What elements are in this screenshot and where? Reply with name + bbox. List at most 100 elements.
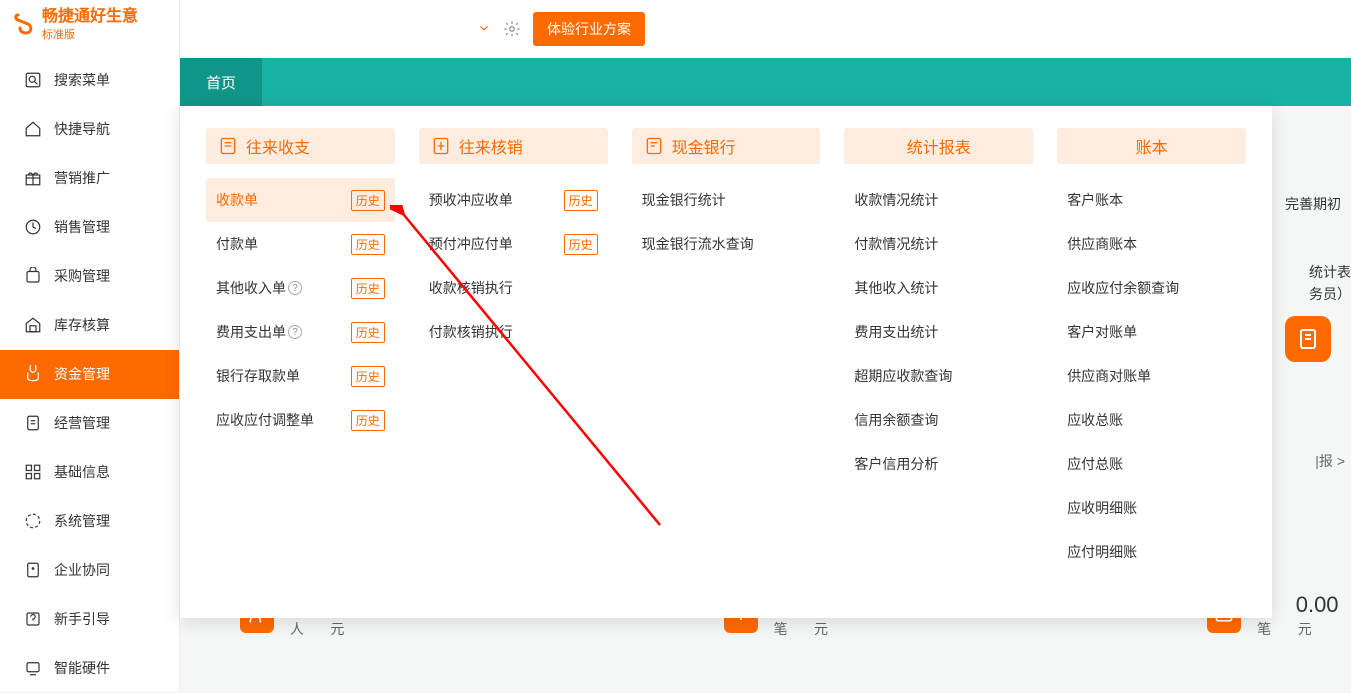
mega-item-supplier-statement[interactable]: 供应商对账单 bbox=[1057, 354, 1246, 398]
guide-icon bbox=[24, 610, 42, 628]
history-tag[interactable]: 历史 bbox=[351, 366, 385, 387]
sidebar-item-label: 新手引导 bbox=[54, 609, 110, 629]
logo-block: 畅捷通好生意 标准版 bbox=[0, 0, 179, 50]
sidebar-item-guide[interactable]: 新手引导 bbox=[0, 595, 179, 644]
mega-item-supplier-ledger[interactable]: 供应商账本 bbox=[1057, 222, 1246, 266]
sidebar-item-label: 采购管理 bbox=[54, 266, 110, 286]
sidebar-item-marketing[interactable]: 营销推广 bbox=[0, 154, 179, 203]
brand-edition: 标准版 bbox=[42, 26, 138, 42]
mega-menu: 往来收支 收款单历史 付款单历史 其他收入单?历史 费用支出单?历史 银行存取款… bbox=[180, 106, 1272, 618]
mega-item-customer-statement[interactable]: 客户对账单 bbox=[1057, 310, 1246, 354]
history-tag[interactable]: 历史 bbox=[351, 322, 385, 343]
sidebar-item-label: 资金管理 bbox=[54, 364, 110, 384]
sidebar-nav: 搜索菜单 快捷导航 营销推广 销售管理 采购管理 库存核算 资金管理 经营管理 … bbox=[0, 50, 179, 693]
clipped-text-2[interactable]: |报 > bbox=[1315, 451, 1345, 471]
mega-item-credit-balance[interactable]: 信用余额查询 bbox=[844, 398, 1033, 442]
mega-col-header: 往来收支 bbox=[206, 128, 395, 164]
sidebar-item-hardware[interactable]: 智能硬件 bbox=[0, 644, 179, 693]
sidebar-item-label: 智能硬件 bbox=[54, 658, 110, 678]
complete-initial-link[interactable]: 完善期初 bbox=[1285, 194, 1341, 214]
sidebar-item-label: 营销推广 bbox=[54, 168, 110, 188]
mega-col-transactions: 往来收支 收款单历史 付款单历史 其他收入单?历史 费用支出单?历史 银行存取款… bbox=[194, 128, 407, 596]
mega-item-cashbank-flow[interactable]: 现金银行流水查询 bbox=[632, 222, 821, 266]
device-icon bbox=[24, 659, 42, 677]
mega-item-receipt-writeoff[interactable]: 收款核销执行 bbox=[419, 266, 608, 310]
mega-item-receipt[interactable]: 收款单历史 bbox=[206, 178, 395, 222]
sidebar-item-inventory[interactable]: 库存核算 bbox=[0, 301, 179, 350]
sidebar-item-quicknav[interactable]: 快捷导航 bbox=[0, 105, 179, 154]
loading-icon bbox=[24, 512, 42, 530]
topbar: 体验行业方案 bbox=[180, 0, 1351, 58]
sidebar-item-label: 基础信息 bbox=[54, 462, 110, 482]
mega-item-prepay-offset[interactable]: 预付冲应付单历史 bbox=[419, 222, 608, 266]
grid-icon bbox=[24, 463, 42, 481]
floating-action-button[interactable] bbox=[1285, 316, 1331, 362]
mega-col-cashbank: 现金银行 现金银行统计 现金银行流水查询 bbox=[620, 128, 833, 596]
mega-col-header: 统计报表 bbox=[844, 128, 1033, 164]
tab-home[interactable]: 首页 bbox=[180, 58, 262, 106]
sidebar-item-label: 快捷导航 bbox=[54, 119, 110, 139]
history-tag[interactable]: 历史 bbox=[351, 190, 385, 211]
history-tag[interactable]: 历史 bbox=[351, 234, 385, 255]
help-icon[interactable]: ? bbox=[288, 325, 302, 339]
mega-item-ar-general[interactable]: 应收总账 bbox=[1057, 398, 1246, 442]
tabstrip: 首页 bbox=[180, 58, 1351, 106]
mega-item-receipt-stat[interactable]: 收款情况统计 bbox=[844, 178, 1033, 222]
mega-item-credit-analysis[interactable]: 客户信用分析 bbox=[844, 442, 1033, 486]
mega-item-customer-ledger[interactable]: 客户账本 bbox=[1057, 178, 1246, 222]
sidebar-item-funds[interactable]: 资金管理 bbox=[0, 350, 179, 399]
mega-item-payment-writeoff[interactable]: 付款核销执行 bbox=[419, 310, 608, 354]
brand-name: 畅捷通好生意 bbox=[42, 8, 138, 26]
mega-item-bank-transfer[interactable]: 银行存取款单历史 bbox=[206, 354, 395, 398]
sidebar-item-label: 库存核算 bbox=[54, 315, 110, 335]
sidebar-item-label: 系统管理 bbox=[54, 511, 110, 531]
home-icon bbox=[24, 120, 42, 138]
sidebar-item-collab[interactable]: 企业协同 bbox=[0, 546, 179, 595]
note-icon bbox=[24, 561, 42, 579]
mega-item-payment-stat[interactable]: 付款情况统计 bbox=[844, 222, 1033, 266]
mega-item-expense[interactable]: 费用支出单?历史 bbox=[206, 310, 395, 354]
sidebar-item-label: 搜索菜单 bbox=[54, 70, 110, 90]
gear-icon[interactable] bbox=[503, 20, 521, 38]
sidebar-item-basic[interactable]: 基础信息 bbox=[0, 448, 179, 497]
mega-item-ar-ap-balance[interactable]: 应收应付余额查询 bbox=[1057, 266, 1246, 310]
mega-item-other-income[interactable]: 其他收入单?历史 bbox=[206, 266, 395, 310]
sidebar-item-operation[interactable]: 经营管理 bbox=[0, 399, 179, 448]
clipboard-icon bbox=[24, 414, 42, 432]
search-icon bbox=[24, 71, 42, 89]
gift-icon bbox=[24, 169, 42, 187]
mega-item-payment[interactable]: 付款单历史 bbox=[206, 222, 395, 266]
mega-col-ledger: 账本 客户账本 供应商账本 应收应付余额查询 客户对账单 供应商对账单 应收总账… bbox=[1045, 128, 1258, 596]
warehouse-icon bbox=[24, 316, 42, 334]
mega-col-header: 往来核销 bbox=[419, 128, 608, 164]
history-tag[interactable]: 历史 bbox=[351, 410, 385, 431]
sidebar-item-system[interactable]: 系统管理 bbox=[0, 497, 179, 546]
mega-item-expense-stat[interactable]: 费用支出统计 bbox=[844, 310, 1033, 354]
sidebar-item-label: 企业协同 bbox=[54, 560, 110, 580]
mega-item-prereceive-offset[interactable]: 预收冲应收单历史 bbox=[419, 178, 608, 222]
mega-item-overdue-query[interactable]: 超期应收款查询 bbox=[844, 354, 1033, 398]
mega-item-ar-detail[interactable]: 应收明细账 bbox=[1057, 486, 1246, 530]
history-tag[interactable]: 历史 bbox=[351, 278, 385, 299]
sidebar-item-purchase[interactable]: 采购管理 bbox=[0, 252, 179, 301]
chevron-down-icon[interactable] bbox=[477, 21, 491, 38]
sidebar: 畅捷通好生意 标准版 搜索菜单 快捷导航 营销推广 销售管理 采购管理 库存核算… bbox=[0, 0, 180, 691]
experience-button[interactable]: 体验行业方案 bbox=[533, 12, 645, 46]
mega-item-otherincome-stat[interactable]: 其他收入统计 bbox=[844, 266, 1033, 310]
sidebar-item-sales[interactable]: 销售管理 bbox=[0, 203, 179, 252]
mega-col-reports: 统计报表 收款情况统计 付款情况统计 其他收入统计 费用支出统计 超期应收款查询… bbox=[832, 128, 1045, 596]
mega-item-adjust[interactable]: 应收应付调整单历史 bbox=[206, 398, 395, 442]
clipped-text-1: 统计表 务员） bbox=[1309, 261, 1351, 306]
mega-col-writeoff: 往来核销 预收冲应收单历史 预付冲应付单历史 收款核销执行 付款核销执行 bbox=[407, 128, 620, 596]
mega-item-ap-general[interactable]: 应付总账 bbox=[1057, 442, 1246, 486]
mega-item-cashbank-stat[interactable]: 现金银行统计 bbox=[632, 178, 821, 222]
cart-icon bbox=[24, 267, 42, 285]
org-selector[interactable] bbox=[200, 12, 465, 46]
mega-item-ap-detail[interactable]: 应付明细账 bbox=[1057, 530, 1246, 574]
sidebar-item-search[interactable]: 搜索菜单 bbox=[0, 56, 179, 105]
history-tag[interactable]: 历史 bbox=[564, 190, 598, 211]
brand-logo-icon bbox=[12, 13, 36, 37]
mega-col-header: 现金银行 bbox=[632, 128, 821, 164]
history-tag[interactable]: 历史 bbox=[564, 234, 598, 255]
help-icon[interactable]: ? bbox=[288, 281, 302, 295]
